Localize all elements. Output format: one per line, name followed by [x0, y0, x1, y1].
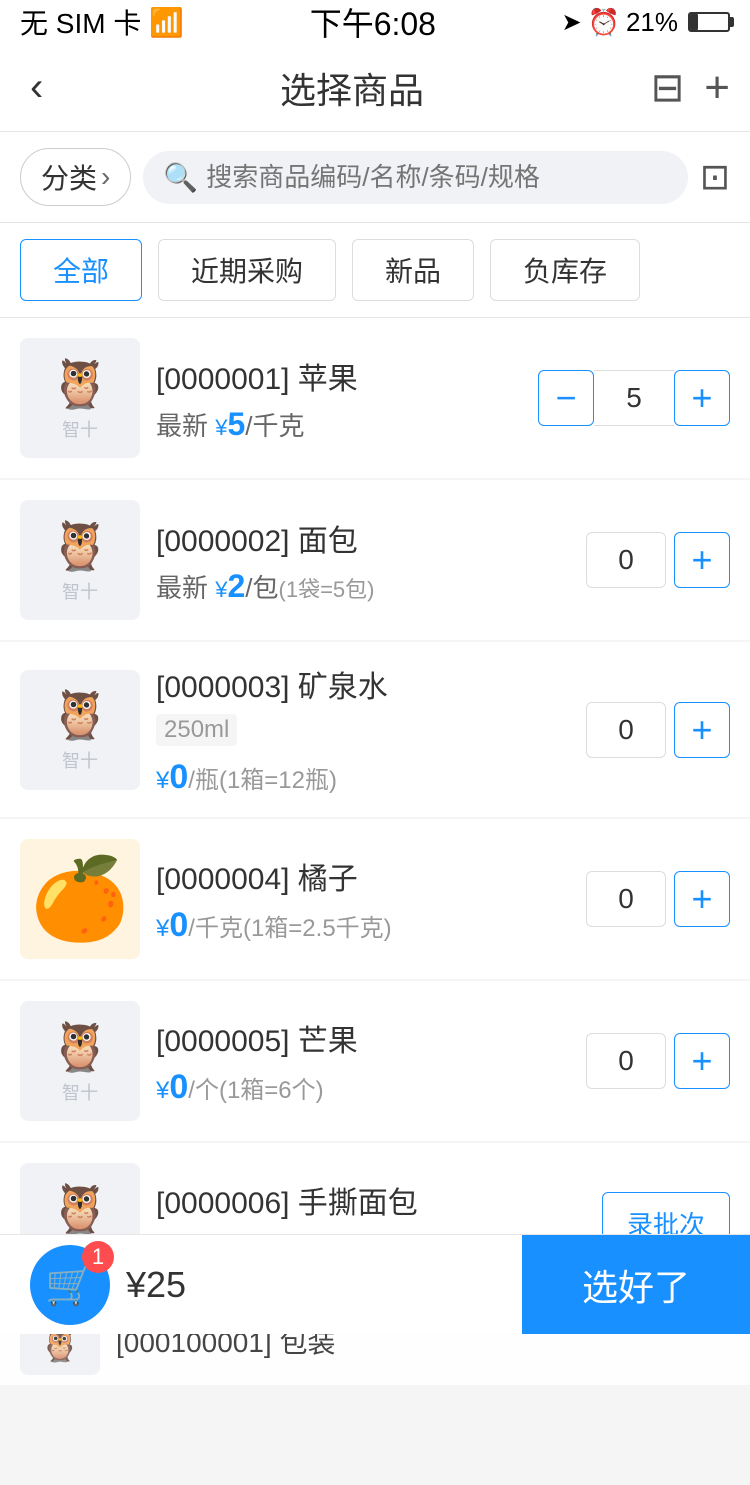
qty-plus-button[interactable]: +	[674, 532, 730, 588]
list-item: 🦉 智十 [0000005] 芒果 ¥0/个(1箱=6个) +	[0, 981, 750, 1141]
product-name: [0000002] 面包	[156, 516, 570, 560]
product-price: 最新 ¥5/千克	[156, 406, 522, 443]
status-right: ➤ ⏰ 21%	[561, 7, 730, 38]
product-spec: 250ml	[156, 714, 237, 746]
placeholder-text: 智十	[62, 578, 98, 604]
list-item: 🍊 [0000004] 橘子 ¥0/千克(1箱=2.5千克) +	[0, 819, 750, 979]
list-item: 🦉 智十 [0000002] 面包 最新 ¥2/包(1袋=5包) +	[0, 480, 750, 640]
placeholder-text: 智十	[62, 747, 98, 773]
alarm-icon: ⏰	[588, 7, 620, 38]
nav-bar: ‹ 选择商品 ⊟ +	[0, 44, 750, 132]
add-icon[interactable]: +	[704, 63, 730, 113]
qty-plus-button[interactable]: +	[674, 702, 730, 758]
product-price: ¥0/千克(1箱=2.5千克)	[156, 906, 570, 945]
wifi-icon: 📶	[149, 6, 184, 39]
category-button[interactable]: 分类 ›	[20, 148, 131, 206]
battery-icon	[688, 12, 730, 32]
product-qty-0000002: +	[586, 532, 730, 588]
qty-input[interactable]	[594, 370, 674, 426]
product-thumb-0000001: 🦉 智十	[20, 338, 140, 458]
tab-recent[interactable]: 近期采购	[158, 239, 336, 301]
qty-input[interactable]	[586, 702, 666, 758]
search-icon: 🔍	[163, 161, 198, 194]
tab-new[interactable]: 新品	[352, 239, 474, 301]
placeholder-text: 智十	[62, 1079, 98, 1105]
product-name: [0000004] 橘子	[156, 854, 570, 898]
product-thumb-0000003: 🦉 智十	[20, 670, 140, 790]
chevron-right-icon: ›	[101, 161, 110, 193]
cart-icon-wrap[interactable]: 🛒 1	[30, 1245, 110, 1325]
qty-plus-button[interactable]: +	[674, 871, 730, 927]
product-price: ¥0/瓶(1箱=12瓶)	[156, 758, 570, 797]
location-icon: ➤	[561, 8, 581, 37]
tab-negative[interactable]: 负库存	[490, 239, 640, 301]
qty-plus-button[interactable]: +	[674, 1033, 730, 1089]
search-input[interactable]	[206, 162, 668, 193]
cart-badge: 1	[82, 1241, 114, 1273]
product-name: [0000003] 矿泉水	[156, 662, 570, 706]
qty-minus-button[interactable]: −	[538, 370, 594, 426]
status-time: 下午6:08	[310, 0, 436, 45]
page-title: 选择商品	[280, 62, 424, 114]
category-label: 分类	[41, 157, 97, 197]
product-thumb-0000002: 🦉 智十	[20, 500, 140, 620]
product-qty-0000003: +	[586, 702, 730, 758]
product-name: [0000006] 手撕面包	[156, 1178, 586, 1222]
qty-plus-button[interactable]: +	[674, 370, 730, 426]
product-name: [0000001] 苹果	[156, 354, 522, 398]
product-thumb-0000005: 🦉 智十	[20, 1001, 140, 1121]
qty-input[interactable]	[586, 532, 666, 588]
back-button[interactable]: ‹	[20, 55, 53, 120]
search-box: 🔍	[143, 151, 687, 204]
product-list: 🦉 智十 [0000001] 苹果 最新 ¥5/千克 − + 🦉 智十 [000…	[0, 318, 750, 1385]
product-qty-0000001: − +	[538, 370, 730, 426]
product-thumb-0000004: 🍊	[20, 839, 140, 959]
product-name: [0000005] 芒果	[156, 1016, 570, 1060]
product-info-0000005: [0000005] 芒果 ¥0/个(1箱=6个)	[140, 1016, 586, 1107]
product-qty-0000005: +	[586, 1033, 730, 1089]
tab-all[interactable]: 全部	[20, 239, 142, 301]
bottom-bar: 🛒 1 ¥25 选好了	[0, 1234, 750, 1334]
qty-input[interactable]	[586, 871, 666, 927]
battery-text: 21%	[626, 7, 678, 38]
product-qty-0000004: +	[586, 871, 730, 927]
filter-icon[interactable]: ⊟	[651, 65, 685, 111]
placeholder-owl-icon: 🦉	[50, 686, 110, 743]
filter-bar: 分类 › 🔍 ⊡	[0, 132, 750, 223]
product-info-0000002: [0000002] 面包 最新 ¥2/包(1袋=5包)	[140, 516, 586, 605]
placeholder-owl-icon: 🦉	[50, 1018, 110, 1075]
cart-section: 🛒 1 ¥25	[0, 1245, 522, 1325]
cart-total: ¥25	[126, 1264, 186, 1306]
placeholder-owl-icon: 🦉	[50, 1180, 110, 1237]
status-left: 无 SIM 卡 📶	[20, 2, 184, 42]
placeholder-owl-icon: 🦉	[50, 355, 110, 412]
list-item: 🦉 智十 [0000001] 苹果 最新 ¥5/千克 − +	[0, 318, 750, 478]
product-info-0000003: [0000003] 矿泉水 250ml ¥0/瓶(1箱=12瓶)	[140, 662, 586, 797]
placeholder-owl-icon: 🦉	[50, 517, 110, 574]
nav-actions: ⊟ +	[651, 63, 730, 113]
carrier-text: 无 SIM 卡	[20, 2, 141, 42]
confirm-button[interactable]: 选好了	[522, 1235, 750, 1334]
scan-icon[interactable]: ⊡	[700, 156, 730, 198]
list-item: 🦉 智十 [0000003] 矿泉水 250ml ¥0/瓶(1箱=12瓶) +	[0, 642, 750, 817]
tabs-bar: 全部 近期采购 新品 负库存	[0, 223, 750, 318]
product-price: 最新 ¥2/包(1袋=5包)	[156, 568, 570, 605]
product-info-0000001: [0000001] 苹果 最新 ¥5/千克	[140, 354, 538, 443]
product-price: ¥0/个(1箱=6个)	[156, 1068, 570, 1107]
placeholder-text: 智十	[62, 416, 98, 442]
qty-input[interactable]	[586, 1033, 666, 1089]
product-info-0000004: [0000004] 橘子 ¥0/千克(1箱=2.5千克)	[140, 854, 586, 945]
status-bar: 无 SIM 卡 📶 下午6:08 ➤ ⏰ 21%	[0, 0, 750, 44]
